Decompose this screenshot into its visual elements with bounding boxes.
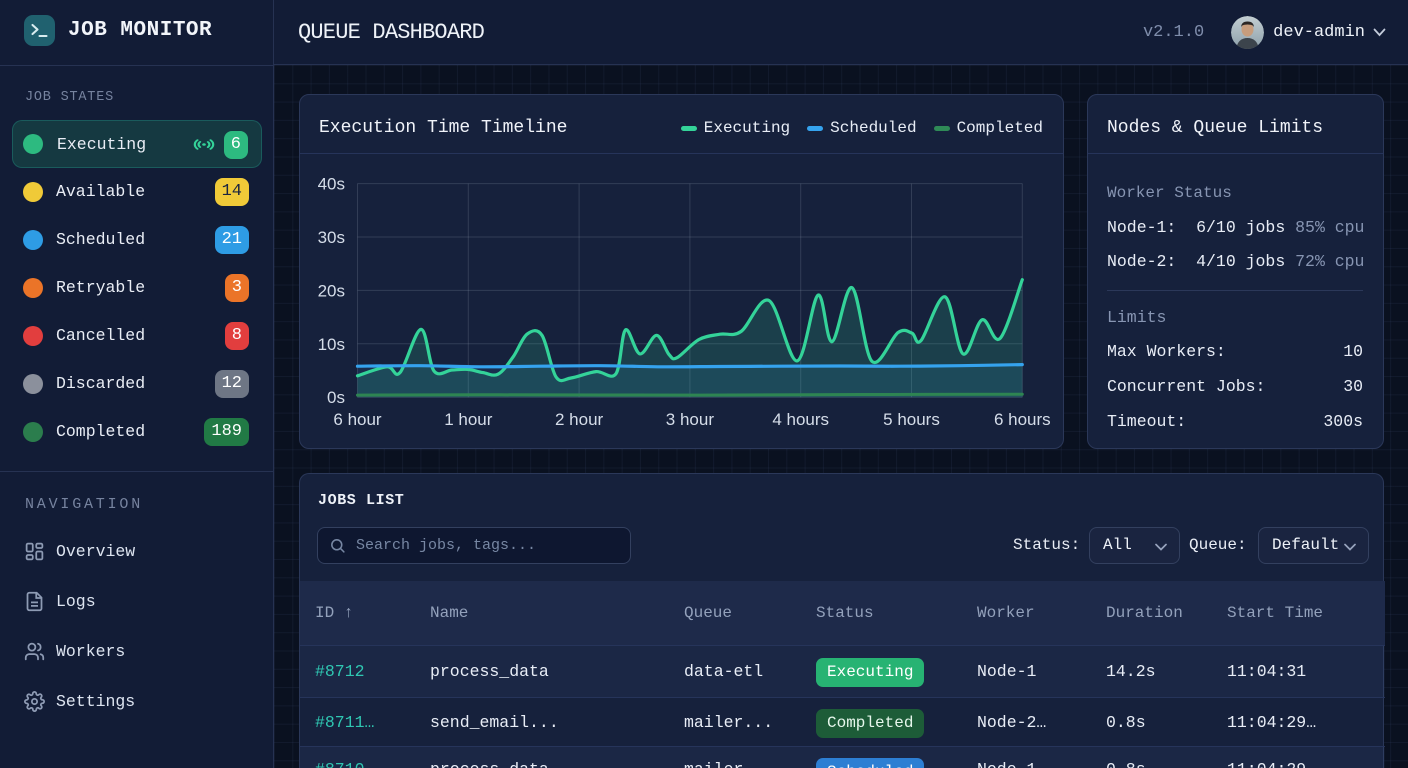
svg-text:20s: 20s (318, 281, 345, 300)
svg-text:2 hour: 2 hour (555, 410, 604, 429)
svg-text:30s: 30s (318, 228, 345, 247)
svg-text:6 hour: 6 hour (333, 410, 382, 429)
svg-text:10s: 10s (318, 335, 345, 354)
svg-text:6 hours: 6 hours (994, 410, 1051, 429)
svg-text:5 hours: 5 hours (883, 410, 940, 429)
svg-text:4 hours: 4 hours (772, 410, 829, 429)
svg-text:40s: 40s (318, 175, 345, 194)
svg-text:0s: 0s (327, 388, 345, 407)
svg-text:1 hour: 1 hour (444, 410, 493, 429)
svg-text:3 hour: 3 hour (666, 410, 715, 429)
